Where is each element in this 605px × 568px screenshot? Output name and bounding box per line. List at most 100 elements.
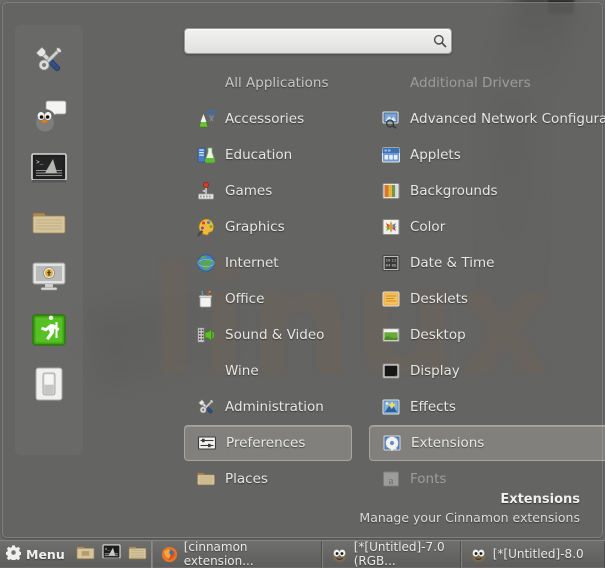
category-administration[interactable]: Administration (184, 389, 352, 425)
applets-icon (378, 143, 404, 167)
fav-terminal-chat[interactable] (26, 91, 72, 137)
category-office[interactable]: Office (184, 281, 352, 317)
task-gimp-7[interactable]: [*[Untitled]-7.0 (RGB... (321, 540, 461, 568)
category-graphics[interactable]: Graphics (184, 209, 352, 245)
category-label: Games (225, 183, 273, 199)
app-advanced-network-configuration[interactable]: Advanced Network Configuration (369, 101, 605, 137)
category-preferences[interactable]: Preferences (184, 425, 352, 461)
app-date-time[interactable]: 10 11 04 05 Date & Time (369, 245, 605, 281)
application-list: Additional Drivers Advanced Network Conf… (369, 65, 605, 497)
exit-running-man-icon (32, 314, 66, 346)
task-label: [*[Untitled]-8.0 (492, 547, 584, 561)
svg-text:10: 10 (386, 259, 391, 263)
app-additional-drivers[interactable]: Additional Drivers (369, 65, 605, 101)
svg-text:05: 05 (392, 264, 397, 268)
category-accessories[interactable]: Accessories (184, 101, 352, 137)
tools-icon (31, 42, 67, 78)
search-input[interactable] (185, 30, 429, 52)
svg-text:11: 11 (392, 259, 397, 263)
category-label: All Applications (225, 75, 329, 91)
category-label: Sound & Video (225, 327, 325, 343)
preferences-icon (194, 431, 220, 455)
gimp-icon (470, 546, 487, 563)
selection-description: Extensions Manage your Cinnamon extensio… (359, 492, 580, 525)
search-box[interactable] (184, 28, 452, 54)
fav-terminal[interactable]: >_ (26, 145, 72, 191)
category-label: Places (225, 471, 268, 487)
games-icon (193, 179, 219, 203)
favorites-sidebar: >_ (15, 25, 83, 455)
app-applets[interactable]: Applets (369, 137, 605, 173)
task-label: [*[Untitled]-7.0 (RGB... (353, 540, 445, 568)
app-label: Color (410, 219, 446, 235)
category-label: Office (225, 291, 265, 307)
fonts-icon: a (378, 467, 404, 491)
app-label: Applets (410, 147, 461, 163)
color-icon (378, 215, 404, 239)
launcher-terminal[interactable]: >_ (99, 541, 125, 568)
fav-quit[interactable] (26, 361, 72, 407)
category-wine[interactable]: Wine (184, 353, 352, 389)
terminal-icon: >_ (31, 153, 67, 183)
category-label: Preferences (226, 435, 306, 451)
svg-text:04: 04 (386, 264, 391, 268)
education-icon (193, 143, 219, 167)
description-subtitle: Manage your Cinnamon extensions (359, 510, 580, 525)
terminal-icon: >_ (102, 543, 121, 565)
fav-files[interactable] (26, 199, 72, 245)
backgrounds-icon (378, 179, 404, 203)
category-label: Wine (225, 363, 259, 379)
category-list: All Applications Accessories Education G… (184, 65, 352, 497)
app-label: Backgrounds (410, 183, 498, 199)
fav-lock-screen[interactable] (26, 253, 72, 299)
power-switch-icon (34, 367, 64, 401)
category-all-applications[interactable]: All Applications (184, 65, 352, 101)
cinnamon-application-menu: >_ All Applications Accessories Educatio… (2, 2, 605, 538)
accessories-icon (193, 107, 219, 131)
fav-system-tools[interactable] (26, 37, 72, 83)
administration-tools-icon (193, 395, 219, 419)
category-internet[interactable]: Internet (184, 245, 352, 281)
task-gimp-8[interactable]: [*[Untitled]-8.0 (460, 540, 605, 568)
menu-button-label: Menu (26, 546, 65, 562)
office-icon (193, 287, 219, 311)
category-places[interactable]: Places (184, 461, 352, 497)
menu-button[interactable]: Menu (0, 541, 73, 568)
category-label: Internet (225, 255, 279, 271)
launcher-files[interactable] (73, 541, 99, 568)
app-color[interactable]: Color (369, 209, 605, 245)
svg-text:>_: >_ (36, 159, 44, 166)
description-title: Extensions (500, 492, 580, 507)
firefox-icon (161, 546, 178, 563)
app-desktop[interactable]: Desktop (369, 317, 605, 353)
extensions-gear-icon (379, 431, 405, 455)
app-label: Display (410, 363, 460, 379)
category-sound-video[interactable]: Sound & Video (184, 317, 352, 353)
effects-icon (378, 395, 404, 419)
desktop-icon (378, 323, 404, 347)
task-label: [cinnamon extension... (183, 540, 254, 568)
launcher-home[interactable] (125, 541, 151, 568)
gimp-icon (331, 546, 348, 563)
graphics-icon (193, 215, 219, 239)
places-folder-icon (193, 467, 219, 491)
app-effects[interactable]: Effects (369, 389, 605, 425)
display-icon (378, 359, 404, 383)
category-label: Graphics (225, 219, 285, 235)
app-desklets[interactable]: Desklets (369, 281, 605, 317)
app-extensions[interactable]: Extensions (369, 425, 605, 461)
app-label: Fonts (410, 471, 447, 487)
app-label: Effects (410, 399, 456, 415)
task-firefox[interactable]: [cinnamon extension... (151, 540, 322, 568)
menu-main-area: All Applications Accessories Education G… (83, 3, 605, 537)
category-games[interactable]: Games (184, 173, 352, 209)
folder-icon (31, 207, 67, 237)
search-icon[interactable] (429, 34, 451, 48)
desklets-icon (378, 287, 404, 311)
app-backgrounds[interactable]: Backgrounds (369, 173, 605, 209)
internet-globe-icon (193, 251, 219, 275)
category-label: Education (225, 147, 293, 163)
category-education[interactable]: Education (184, 137, 352, 173)
app-display[interactable]: Display (369, 353, 605, 389)
fav-logout[interactable] (26, 307, 72, 353)
